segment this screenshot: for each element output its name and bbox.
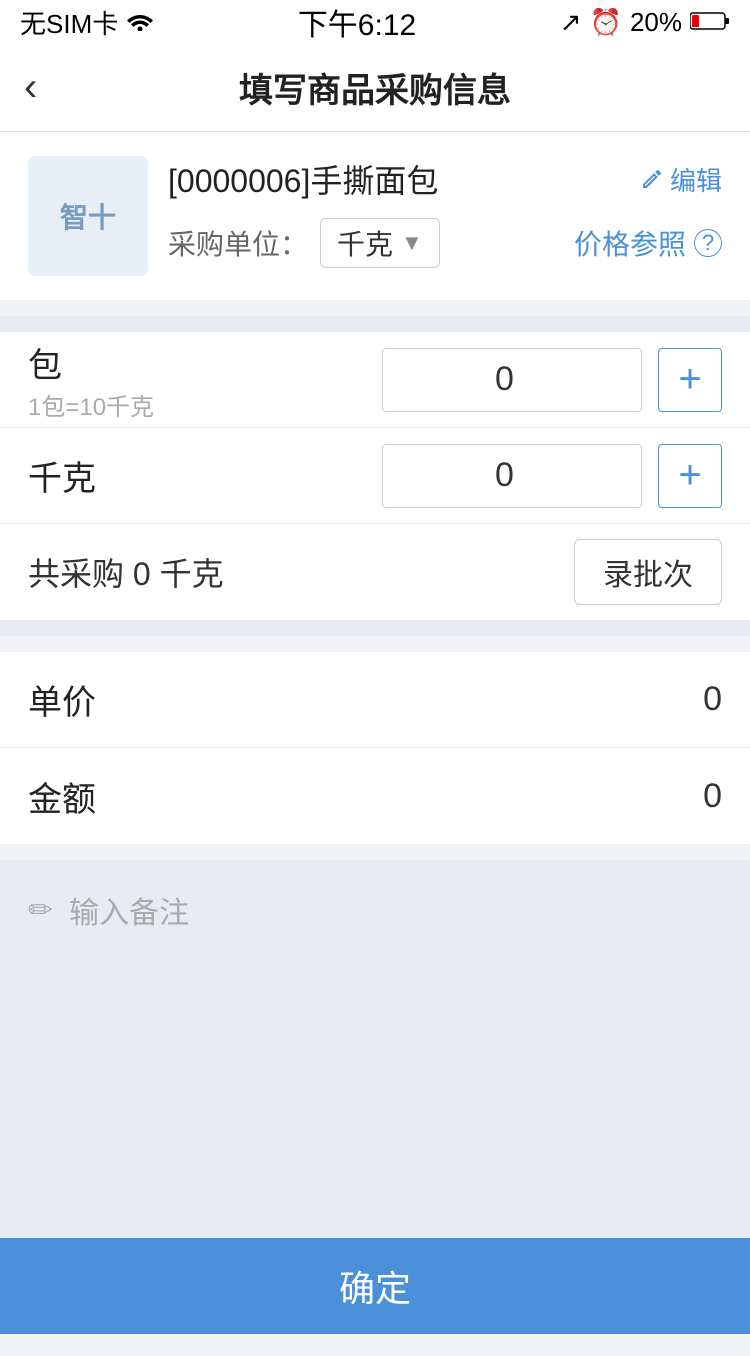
summary-row: 共采购 0 千克 录批次 (0, 524, 750, 620)
plus-btn-kg[interactable]: + (658, 444, 722, 508)
notes-section[interactable]: ✏ 输入备注 (0, 860, 750, 960)
price-label-amount: 金额 (28, 772, 96, 821)
input-label-kg: 千克 (28, 451, 208, 500)
price-ref-button[interactable]: 价格参照 ? (574, 223, 722, 263)
status-bar: 无SIM卡 下午6:12 ↗ ⏰ 20% (0, 0, 750, 44)
status-bar-time: 下午6:12 (298, 0, 416, 44)
price-value-amount: 0 (703, 777, 722, 816)
alarm-icon: ⏰ (590, 7, 622, 38)
input-row-bao: 包 1包=10千克 + (0, 332, 750, 428)
unit-label: 采购单位： (168, 223, 308, 263)
input-label-main-bao: 包 (28, 338, 208, 387)
help-icon: ? (694, 229, 722, 257)
nav-bar: ‹ 填写商品采购信息 (0, 44, 750, 132)
price-row-amount: 金额 0 (0, 748, 750, 844)
pencil-icon: ✏ (28, 893, 53, 928)
input-bao[interactable] (382, 348, 642, 412)
confirm-button[interactable]: 确定 (0, 1238, 750, 1334)
unit-select-arrow: ▼ (401, 230, 423, 256)
input-field-wrapper-bao: + (208, 348, 722, 412)
battery-icon (690, 7, 730, 38)
back-button[interactable]: ‹ (24, 65, 37, 110)
input-label-sub-bao: 1包=10千克 (28, 387, 208, 422)
product-image: 智十 (28, 156, 148, 276)
input-label-bao: 包 1包=10千克 (28, 338, 208, 422)
price-row-unit: 单价 0 (0, 652, 750, 748)
unit-select[interactable]: 千克 ▼ (320, 218, 440, 268)
input-kg[interactable] (382, 444, 642, 508)
wifi-icon (126, 7, 154, 38)
input-label-main-kg: 千克 (28, 451, 208, 500)
bottom-spacer (0, 960, 750, 1260)
sim-text: 无SIM卡 (20, 4, 118, 41)
battery-text: 20% (630, 7, 682, 38)
product-info: [0000006]手撕面包 编辑 采购单位： 千克 ▼ 价格 (168, 156, 722, 268)
price-label-unit: 单价 (28, 675, 96, 724)
price-section: 单价 0 金额 0 (0, 652, 750, 844)
product-name: [0000006]手撕面包 (168, 156, 438, 202)
divider-1 (0, 316, 750, 332)
edit-button[interactable]: 编辑 (640, 161, 722, 198)
status-bar-left: 无SIM卡 (20, 4, 154, 41)
price-value-unit: 0 (703, 680, 722, 719)
page-title: 填写商品采购信息 (239, 63, 511, 112)
divider-2 (0, 620, 750, 636)
product-card: 智十 [0000006]手撕面包 编辑 采购单位： 千克 ▼ (0, 132, 750, 300)
input-row-kg: 千克 + (0, 428, 750, 524)
input-section: 包 1包=10千克 + 千克 + (0, 332, 750, 524)
location-icon: ↗ (560, 7, 582, 38)
unit-row: 采购单位： 千克 ▼ 价格参照 ? (168, 218, 722, 268)
product-logo-text: 智十 (60, 196, 116, 236)
notes-placeholder: 输入备注 (69, 888, 189, 932)
plus-btn-bao[interactable]: + (658, 348, 722, 412)
summary-text: 共采购 0 千克 (28, 549, 224, 595)
status-bar-right: ↗ ⏰ 20% (560, 7, 730, 38)
batch-button[interactable]: 录批次 (574, 539, 722, 605)
input-field-wrapper-kg: + (208, 444, 722, 508)
product-name-row: [0000006]手撕面包 编辑 (168, 156, 722, 202)
